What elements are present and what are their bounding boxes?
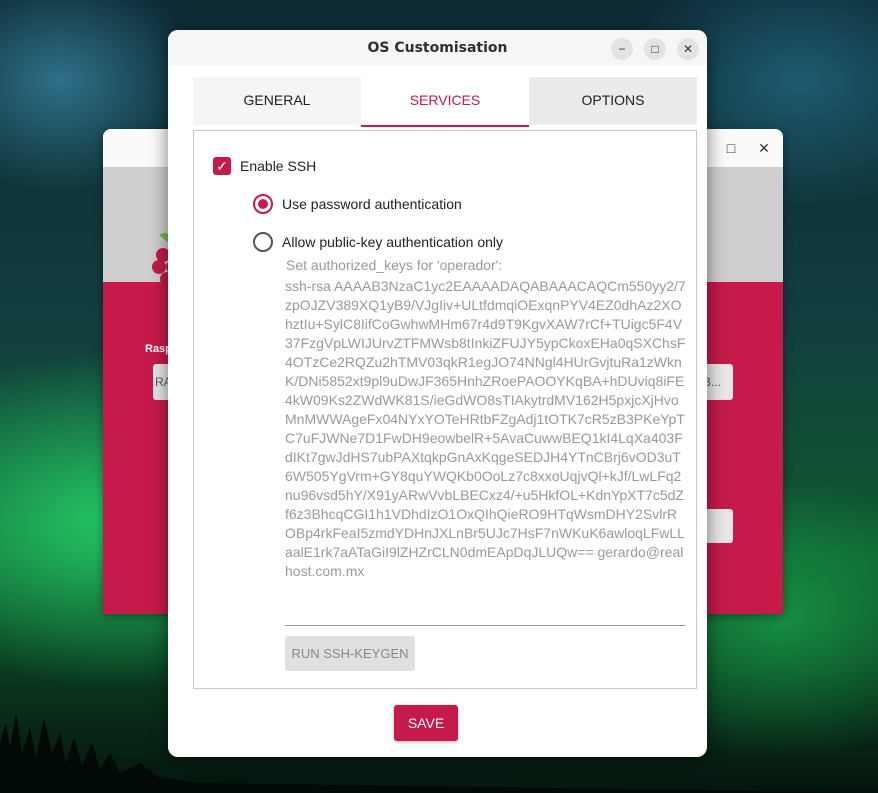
enable-ssh-checkbox[interactable]: ✓ [213,157,231,175]
close-icon[interactable]: ✕ [677,38,699,60]
dialog-titlebar: OS Customisation − □ ✕ [168,30,707,65]
password-auth-label: Use password authentication [282,196,462,212]
enable-ssh-label: Enable SSH [240,158,317,174]
authorized-keys-field[interactable]: ssh-rsa AAAAB3NzaC1yc2EAAAADAQABAAACAQCm… [285,277,687,581]
os-customisation-dialog: OS Customisation − □ ✕ GENERAL SERVICES … [168,30,707,757]
background-close-icon[interactable]: ✕ [754,138,774,158]
pubkey-auth-label: Allow public-key authentication only [282,234,504,250]
tab-options[interactable]: OPTIONS [529,77,697,125]
authorized-keys-label: Set authorized_keys for 'operador': [286,257,503,273]
tab-general[interactable]: GENERAL [193,77,361,125]
background-maximize-icon[interactable]: □ [721,138,741,158]
pubkey-auth-radio[interactable] [253,232,273,252]
minimize-icon[interactable]: − [611,38,633,60]
services-panel: ✓ Enable SSH Use password authentication… [193,130,697,689]
save-button[interactable]: SAVE [394,705,458,741]
authorized-keys-underline [285,625,685,626]
run-ssh-keygen-button[interactable]: RUN SSH-KEYGEN [285,636,415,671]
tab-services[interactable]: SERVICES [361,77,529,127]
password-auth-radio[interactable] [253,194,273,214]
tab-bar: GENERAL SERVICES OPTIONS [193,77,697,127]
maximize-icon[interactable]: □ [644,38,666,60]
